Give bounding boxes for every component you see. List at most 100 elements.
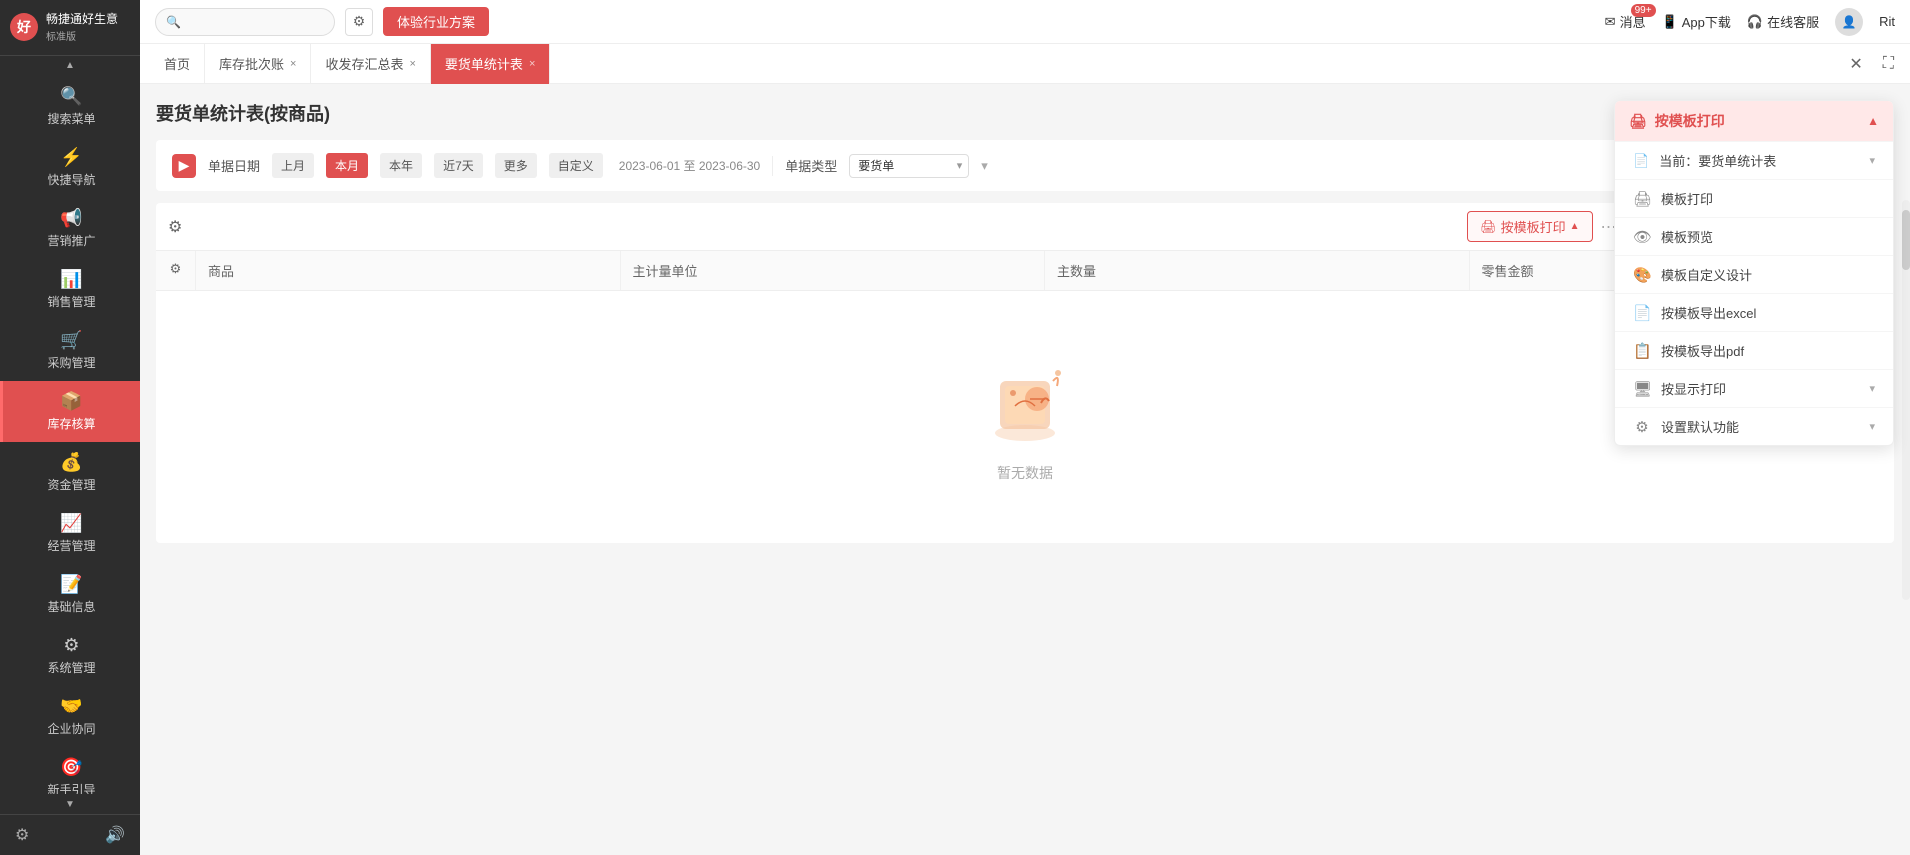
operation-icon: 📈 (60, 513, 82, 534)
sidebar-item-label: 经营管理 (47, 537, 95, 554)
guide-icon: 🎯 (60, 757, 82, 778)
tab-collect-close[interactable]: × (409, 58, 415, 70)
print-label: 按模板打印 (1501, 217, 1566, 236)
messages-btn[interactable]: ✉ 消息 99+ (1605, 12, 1646, 31)
sidebar-scroll-down[interactable]: ▼ (0, 794, 140, 814)
display-print-arrow-icon: ▾ (1869, 382, 1875, 395)
trial-button[interactable]: 体验行业方案 (383, 7, 489, 36)
sidebar-item-label: 系统管理 (47, 659, 95, 676)
purchase-icon: 🛒 (60, 330, 82, 351)
online-service-btn[interactable]: 🎧 在线客服 (1747, 12, 1819, 31)
current-template-icon: 📄 (1633, 153, 1649, 169)
export-excel-label: 按模板导出excel (1661, 303, 1756, 322)
avatar[interactable]: 👤 (1835, 8, 1863, 36)
table-top-left: ⚙ (168, 217, 182, 237)
speaker-icon[interactable]: 🔊 (105, 825, 125, 845)
sidebar-item-collab[interactable]: 🤝 企业协同 (0, 686, 140, 747)
sidebar-item-operation[interactable]: 📈 经营管理 (0, 503, 140, 564)
sidebar-item-label: 企业协同 (47, 720, 95, 737)
tab-order-stat[interactable]: 要货单统计表 × (431, 44, 550, 84)
dropdown-print-icon: 🖨 (1629, 113, 1647, 130)
sidebar-item-inventory[interactable]: 📦 库存核算 (0, 381, 140, 442)
filter-arrow-btn[interactable]: ▶ (172, 154, 196, 178)
dropdown-sub-left-2: ⚙ 设置默认功能 (1633, 417, 1739, 436)
sidebar-scroll-up[interactable]: ▲ (0, 56, 140, 76)
online-service-label: 在线客服 (1767, 12, 1819, 31)
dropdown-item-template-preview[interactable]: 👁 模板预览 (1615, 217, 1893, 255)
empty-text: 暂无数据 (997, 463, 1053, 483)
collab-icon: 🤝 (60, 696, 82, 717)
close-btn[interactable]: ✕ (1843, 52, 1868, 76)
date-range: 2023-06-01 至 2023-06-30 (619, 157, 760, 174)
dropdown-current-item[interactable]: 📄 当前：要货单统计表 ▾ (1615, 141, 1893, 179)
chevron-down-icon: ▾ (981, 158, 988, 174)
print-icon: 🖨 (1480, 219, 1497, 235)
order-type-label: 单据类型 (785, 156, 837, 175)
header-gear-button[interactable]: ⚙ (345, 8, 373, 36)
empty-illustration (975, 351, 1075, 451)
dropdown-item-display-print[interactable]: 🖥 按显示打印 ▾ (1615, 369, 1893, 407)
date-btn-this-month[interactable]: 本月 (326, 153, 368, 178)
top-header: 🔍 ⚙ 体验行业方案 ✉ 消息 99+ 📱 App下载 🎧 在线客服 (140, 0, 1910, 44)
sidebar-item-shortcut[interactable]: ⚡ 快捷导航 (0, 137, 140, 198)
dropdown-sub-left: 🖥 按显示打印 (1633, 379, 1726, 398)
sidebar-item-guide[interactable]: 🎯 新手引导 (0, 747, 140, 794)
header-right: ✉ 消息 99+ 📱 App下载 🎧 在线客服 👤 Rit (1605, 8, 1895, 36)
current-chevron-icon: ▾ (1869, 154, 1875, 167)
date-btn-last-month[interactable]: 上月 (272, 153, 314, 178)
dropdown-header[interactable]: 🖨 按模板打印 ▲ (1615, 101, 1893, 141)
app-download-btn[interactable]: 📱 App下载 (1662, 12, 1731, 31)
sidebar-item-system[interactable]: ⚙ 系统管理 (0, 625, 140, 686)
filter-divider (772, 156, 773, 176)
template-print-label: 模板打印 (1661, 189, 1713, 208)
search-bar[interactable]: 🔍 (155, 8, 335, 36)
print-template-btn[interactable]: 🖨 按模板打印 ▲ (1467, 211, 1592, 242)
sidebar-item-sales[interactable]: 📊 销售管理 (0, 259, 140, 320)
dropdown-item-export-excel[interactable]: 📄 按模板导出excel (1615, 293, 1893, 331)
username-label[interactable]: Rit (1879, 14, 1895, 29)
tab-batch-close[interactable]: × (290, 58, 296, 70)
tab-home[interactable]: 首页 (150, 44, 205, 84)
tabs-bar: 首页 库存批次账 × 收发存汇总表 × 要货单统计表 × ✕ ⛶ (140, 44, 1910, 84)
template-preview-icon: 👁 (1633, 228, 1651, 246)
sidebar-item-label: 库存核算 (47, 415, 95, 432)
tab-collect-label: 收发存汇总表 (325, 54, 403, 73)
dropdown-item-set-default[interactable]: ⚙ 设置默认功能 ▾ (1615, 407, 1893, 445)
settings-table-icon[interactable]: ⚙ (168, 217, 182, 237)
search-menu-icon: 🔍 (60, 86, 82, 107)
tab-order-stat-close[interactable]: × (529, 58, 535, 70)
sidebar-item-label: 销售管理 (47, 293, 95, 310)
tab-home-label: 首页 (164, 54, 190, 73)
template-design-icon: 🎨 (1633, 266, 1651, 284)
dropdown-item-template-design[interactable]: 🎨 模板自定义设计 (1615, 255, 1893, 293)
dropdown-item-template-print[interactable]: 🖨 模板打印 (1615, 179, 1893, 217)
tab-batch[interactable]: 库存批次账 × (205, 44, 311, 84)
window-controls: ✕ ⛶ (1843, 52, 1900, 76)
date-btn-custom[interactable]: 自定义 (549, 153, 603, 178)
sidebar-item-marketing[interactable]: 📢 营销推广 (0, 198, 140, 259)
tab-collect[interactable]: 收发存汇总表 × (311, 44, 430, 84)
date-btn-this-year[interactable]: 本年 (380, 153, 422, 178)
gear-icon: ⚙ (353, 13, 366, 30)
scrollbar-thumb[interactable] (1902, 210, 1910, 270)
date-btn-more[interactable]: 更多 (495, 153, 537, 178)
sidebar-item-purchase[interactable]: 🛒 采购管理 (0, 320, 140, 381)
sidebar-item-label: 新手引导 (47, 781, 95, 794)
sidebar-nav: 🔍 搜索菜单 ⚡ 快捷导航 📢 营销推广 📊 销售管理 🛒 采购管理 📦 库存核… (0, 76, 140, 794)
dropdown-item-export-pdf[interactable]: 📋 按模板导出pdf (1615, 331, 1893, 369)
app-name: 畅捷通好生意 (46, 12, 118, 28)
scrollbar-track[interactable] (1902, 200, 1910, 600)
maximize-btn[interactable]: ⛶ (1877, 53, 1900, 75)
sidebar-item-base[interactable]: 📝 基础信息 (0, 564, 140, 625)
sidebar-item-search[interactable]: 🔍 搜索菜单 (0, 76, 140, 137)
date-btn-7days[interactable]: 近7天 (434, 153, 483, 178)
dropdown-current-left: 📄 当前：要货单统计表 (1633, 151, 1776, 170)
th-product: 商品 (196, 251, 621, 290)
sidebar-item-finance[interactable]: 💰 资金管理 (0, 442, 140, 503)
settings-icon[interactable]: ⚙ (15, 825, 29, 845)
sidebar-item-label: 采购管理 (47, 354, 95, 371)
header-left: 🔍 ⚙ 体验行业方案 (155, 7, 489, 36)
order-type-select[interactable]: 要货单 (849, 154, 969, 178)
dropdown-chevron-up-icon[interactable]: ▲ (1867, 114, 1879, 128)
template-print-icon: 🖨 (1633, 190, 1651, 208)
